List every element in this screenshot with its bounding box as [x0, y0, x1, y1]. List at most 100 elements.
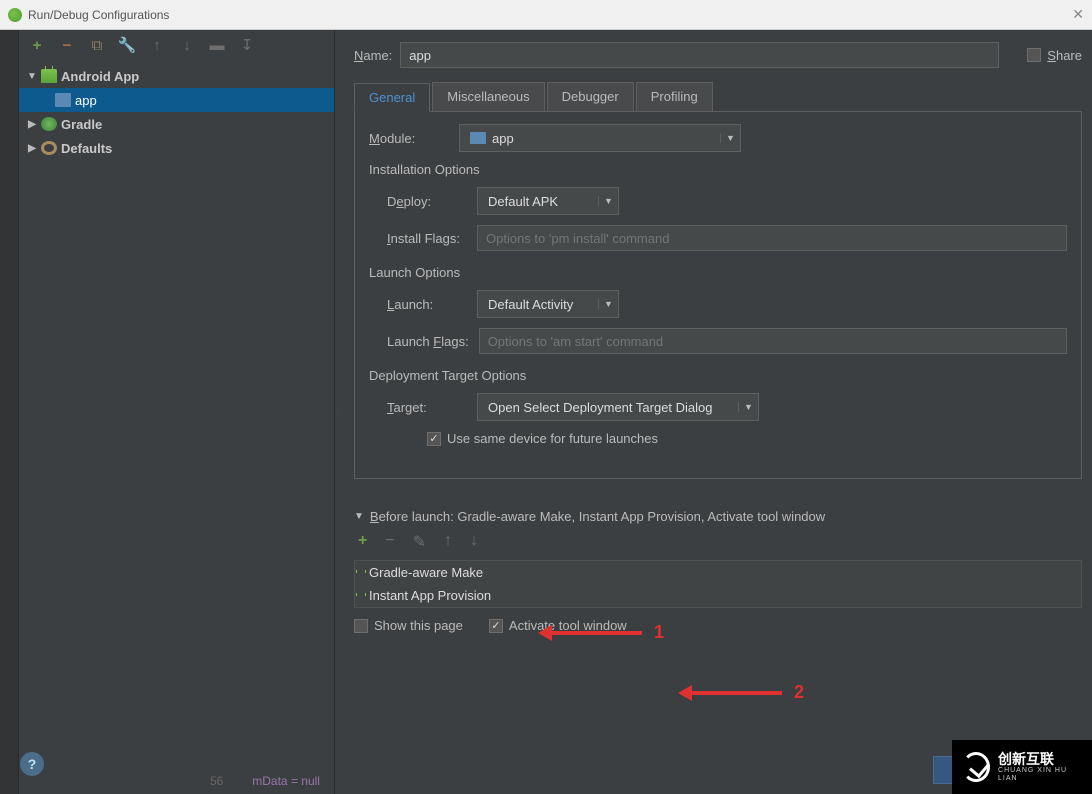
- share-checkbox-wrap[interactable]: Share: [1027, 48, 1082, 63]
- module-combo[interactable]: app ▼: [459, 124, 741, 152]
- remove-task-icon[interactable]: −: [385, 532, 394, 552]
- chevron-down-icon: ▼: [720, 133, 740, 143]
- move-task-up-icon[interactable]: ↑: [444, 532, 452, 552]
- module-label: Module:: [369, 131, 449, 146]
- general-tab-content: Module: app ▼ Installation Options Deplo…: [354, 112, 1082, 479]
- install-flags-row: Install Flags:: [369, 225, 1067, 251]
- name-label: Name:: [354, 48, 392, 63]
- task-label: Gradle-aware Make: [369, 565, 483, 580]
- edit-config-icon[interactable]: 🔧: [119, 37, 135, 53]
- edit-task-icon[interactable]: ✎: [413, 532, 426, 552]
- same-device-row: Use same device for future launches: [369, 431, 1067, 446]
- launch-flags-row: Launch Flags:: [369, 328, 1067, 354]
- launch-row: Launch: Default Activity ▼: [369, 290, 1067, 318]
- remove-config-icon[interactable]: −: [59, 37, 75, 53]
- module-row: Module: app ▼: [369, 124, 1067, 152]
- tab-debugger[interactable]: Debugger: [547, 82, 634, 111]
- launch-flags-input[interactable]: [479, 328, 1067, 354]
- before-launch-item[interactable]: Instant App Provision: [355, 584, 1081, 607]
- title-bar: Run/Debug Configurations ✕: [0, 0, 1092, 30]
- deploy-row: Deploy: Default APK ▼: [369, 187, 1067, 215]
- deploy-value: Default APK: [478, 194, 598, 209]
- show-this-page-wrap[interactable]: Show this page: [354, 618, 463, 633]
- target-label: Target:: [387, 400, 467, 415]
- chevron-down-icon: ▼: [738, 402, 758, 412]
- before-launch-title: Before launch: Gradle-aware Make, Instan…: [370, 509, 825, 524]
- section-title: Launch Options: [369, 265, 1067, 280]
- deploy-combo[interactable]: Default APK ▼: [477, 187, 619, 215]
- same-device-checkbox[interactable]: [427, 432, 441, 446]
- expand-arrow-icon: ▼: [27, 71, 37, 82]
- editor-gutter: [0, 30, 19, 794]
- tree-node-defaults[interactable]: ▶ Defaults: [19, 136, 334, 160]
- help-button[interactable]: ?: [20, 752, 44, 776]
- target-combo[interactable]: Open Select Deployment Target Dialog ▼: [477, 393, 759, 421]
- move-up-icon[interactable]: ↑: [149, 37, 165, 53]
- launch-label: Launch:: [387, 297, 467, 312]
- move-down-icon[interactable]: ↓: [179, 37, 195, 53]
- module-combo-value: app: [460, 131, 720, 146]
- module-folder-icon: [55, 93, 71, 107]
- before-launch-section: ▼ Before launch: Gradle-aware Make, Inst…: [354, 509, 1082, 633]
- collapse-arrow-icon: ▼: [354, 511, 364, 522]
- expand-arrow-icon: ▶: [27, 143, 37, 154]
- chevron-down-icon: ▼: [598, 196, 618, 206]
- tree-node-gradle[interactable]: ▶ Gradle: [19, 112, 334, 136]
- add-task-icon[interactable]: +: [358, 532, 367, 552]
- tree-label: Gradle: [61, 117, 102, 132]
- add-config-icon[interactable]: +: [29, 37, 45, 53]
- editor-code-peek: 56 mData = null: [210, 774, 320, 794]
- gradle-icon: [41, 117, 57, 131]
- installation-options-section: Installation Options Deploy: Default APK…: [369, 162, 1067, 251]
- annotation-arrow-1: 1: [538, 622, 664, 643]
- app-logo-icon: [8, 8, 22, 22]
- tab-general[interactable]: General: [354, 83, 430, 112]
- before-launch-toolbar: + − ✎ ↑ ↓: [354, 524, 1082, 560]
- install-flags-input[interactable]: [477, 225, 1067, 251]
- tab-profiling[interactable]: Profiling: [636, 82, 713, 111]
- sort-icon[interactable]: ↧: [239, 37, 255, 53]
- before-launch-item[interactable]: Gradle-aware Make: [355, 561, 1081, 584]
- before-launch-list: Gradle-aware Make Instant App Provision: [354, 560, 1082, 608]
- name-row: Name: Share: [354, 42, 1082, 68]
- config-tree: ▼ Android App app ▶ Gradle ▶ Defaults: [19, 60, 334, 786]
- launch-combo[interactable]: Default Activity ▼: [477, 290, 619, 318]
- tree-node-app[interactable]: app: [19, 88, 334, 112]
- launch-flags-label: Launch Flags:: [387, 334, 469, 349]
- show-this-page-checkbox[interactable]: [354, 619, 368, 633]
- same-device-checkbox-wrap[interactable]: Use same device for future launches: [427, 431, 658, 446]
- copy-config-icon[interactable]: ⧉: [89, 37, 105, 53]
- section-title: Installation Options: [369, 162, 1067, 177]
- module-folder-icon: [470, 132, 486, 144]
- show-this-page-label: Show this page: [374, 618, 463, 633]
- share-checkbox[interactable]: [1027, 48, 1041, 62]
- android-icon: [41, 69, 57, 83]
- annotation-arrow-2: 2: [678, 682, 804, 703]
- chevron-down-icon: ▼: [598, 299, 618, 309]
- expand-arrow-icon: ▶: [27, 119, 37, 130]
- brand-watermark: 创新互联 CHUANG XIN HU LIAN: [952, 740, 1092, 794]
- tree-label: Android App: [61, 69, 139, 84]
- config-form-panel: Name: Share General Miscellaneous Debugg…: [340, 30, 1092, 794]
- tree-label: app: [75, 93, 97, 108]
- tree-toolbar: + − ⧉ 🔧 ↑ ↓ ▬ ↧: [19, 30, 334, 60]
- brand-sub: CHUANG XIN HU LIAN: [998, 767, 1082, 782]
- before-launch-header[interactable]: ▼ Before launch: Gradle-aware Make, Inst…: [354, 509, 1082, 524]
- before-launch-checks: Show this page Activate tool window: [354, 618, 1082, 633]
- tree-node-android-app[interactable]: ▼ Android App: [19, 64, 334, 88]
- dialog-body: + − ⧉ 🔧 ↑ ↓ ▬ ↧ ▼ Android App app ▶ Grad…: [0, 30, 1092, 794]
- move-task-down-icon[interactable]: ↓: [470, 532, 478, 552]
- folder-icon[interactable]: ▬: [209, 37, 225, 53]
- close-icon[interactable]: ✕: [1072, 6, 1084, 23]
- target-value: Open Select Deployment Target Dialog: [478, 400, 738, 415]
- name-input[interactable]: [400, 42, 999, 68]
- deploy-label: Deploy:: [387, 194, 467, 209]
- module-value-text: app: [492, 131, 514, 146]
- window-title: Run/Debug Configurations: [28, 8, 1072, 22]
- tab-miscellaneous[interactable]: Miscellaneous: [432, 82, 544, 111]
- activate-tool-window-checkbox[interactable]: [489, 619, 503, 633]
- deployment-target-section: Deployment Target Options Target: Open S…: [369, 368, 1067, 446]
- same-device-label: Use same device for future launches: [447, 431, 658, 446]
- defaults-icon: [41, 141, 57, 155]
- tree-label: Defaults: [61, 141, 112, 156]
